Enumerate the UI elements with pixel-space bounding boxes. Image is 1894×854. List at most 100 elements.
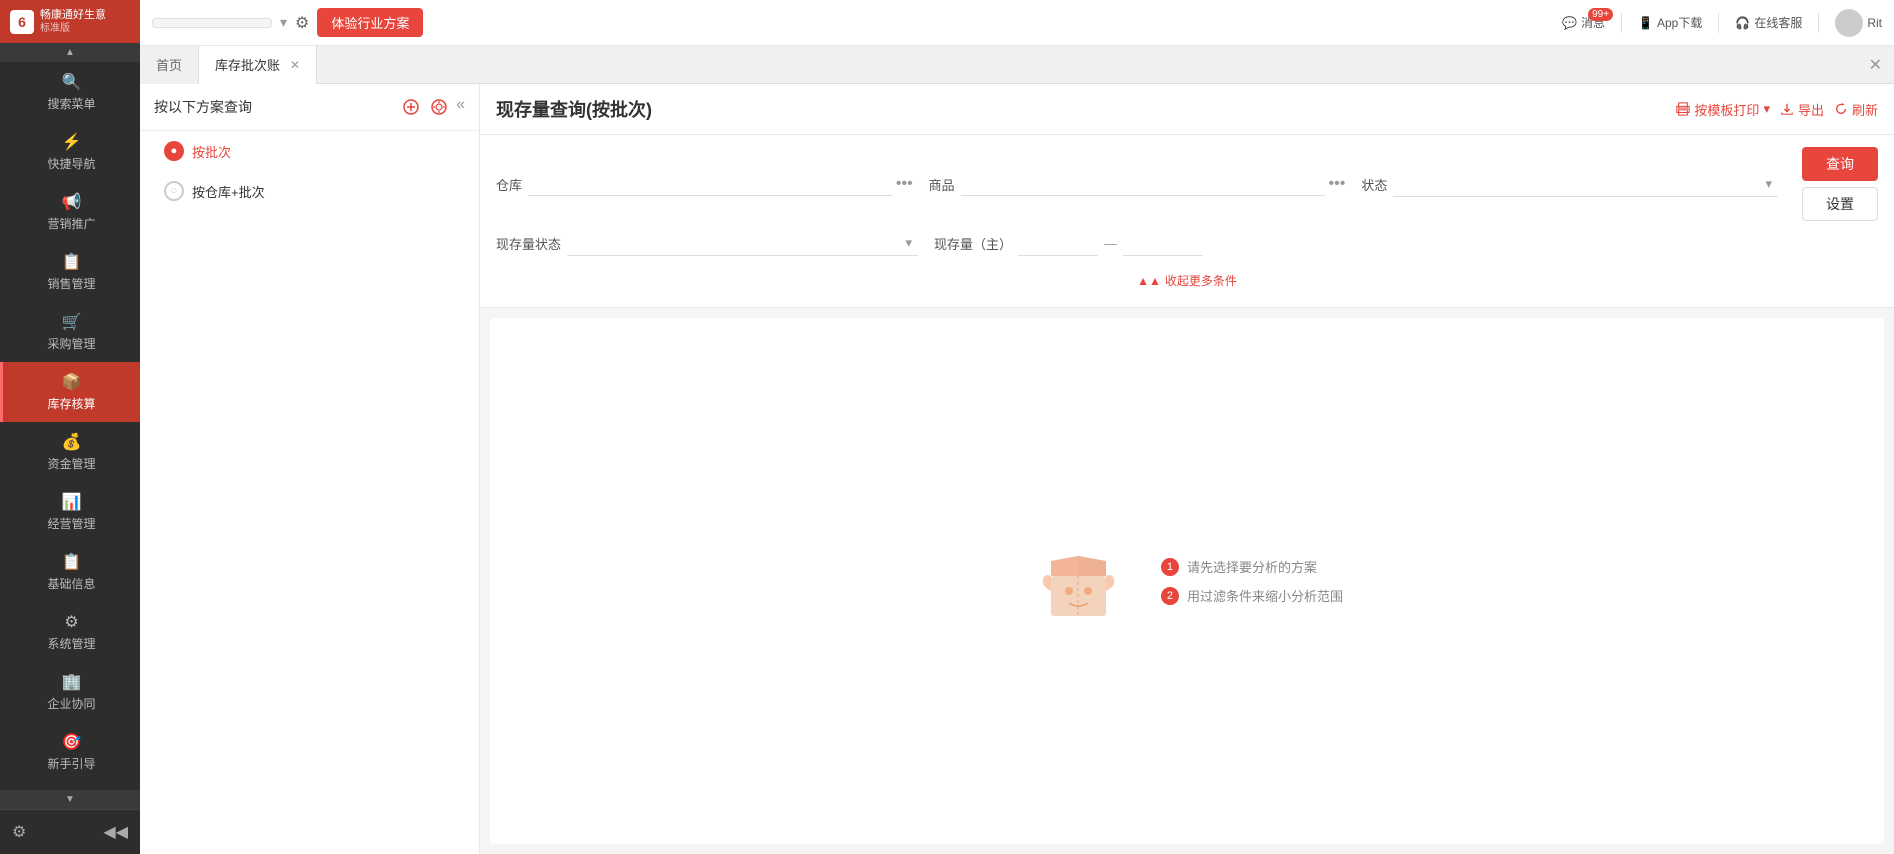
- print-button[interactable]: 按模板打印 ▾: [1676, 100, 1770, 119]
- query-button[interactable]: 查询: [1802, 147, 1878, 181]
- finance-icon: 💰: [62, 432, 82, 452]
- inactive-plan-icon: ○: [164, 181, 184, 201]
- sidebar-item-system[interactable]: ⚙ 系统管理: [0, 602, 140, 662]
- messages-button[interactable]: 💬 消息 99+: [1562, 14, 1605, 31]
- filter-row-2: 现存量状态 ▾ 现存量（主） —: [496, 231, 1778, 256]
- settings-button[interactable]: 设置: [1802, 187, 1878, 221]
- headset-icon: 🎧: [1735, 16, 1750, 30]
- page-header: 现存量查询(按批次) 按模板打印 ▾: [480, 84, 1894, 135]
- sidebar-item-operation[interactable]: 📊 经营管理: [0, 482, 140, 542]
- inventory-icon: 📦: [62, 372, 82, 392]
- sidebar-item-label: 营销推广: [47, 215, 95, 232]
- collapse-filters-button[interactable]: ▲▲ 收起更多条件: [496, 266, 1878, 295]
- sidebar-item-purchase[interactable]: 🛒 采购管理: [0, 302, 140, 362]
- topbar-left: ▾ ⚙ 体验行业方案: [152, 8, 1552, 37]
- topbar-gear-icon[interactable]: ⚙: [295, 13, 309, 33]
- warehouse-more-icon[interactable]: •••: [896, 175, 913, 193]
- empty-box-icon: [1031, 531, 1131, 631]
- username: Rit: [1867, 16, 1882, 30]
- tab-inventory-batch-label: 库存批次账: [215, 55, 280, 74]
- sidebar: 6 畅康通好生意 标准版 ▲ 🔍 搜索菜单 ⚡ 快捷导航 📢 营销推广 📋 销售…: [0, 0, 140, 854]
- sidebar-item-enterprise[interactable]: 🏢 企业协同: [0, 662, 140, 722]
- filter-action-buttons: 查询 设置: [1802, 147, 1878, 221]
- search-menu-icon: 🔍: [62, 72, 82, 92]
- add-plan-button[interactable]: [400, 96, 422, 118]
- left-panel-title: 按以下方案查询: [154, 97, 252, 117]
- manage-plan-button[interactable]: [428, 96, 450, 118]
- empty-illustration: [1031, 531, 1131, 631]
- scroll-up-arrow[interactable]: ▲: [0, 43, 140, 62]
- sidebar-header: 6 畅康通好生意 标准版: [0, 0, 140, 43]
- system-icon: ⚙: [64, 612, 78, 632]
- online-service-label: 在线客服: [1754, 14, 1802, 31]
- print-dropdown-icon[interactable]: ▾: [1763, 101, 1770, 117]
- app-download-button[interactable]: 📱 App下载: [1638, 14, 1702, 31]
- online-service-button[interactable]: 🎧 在线客服: [1735, 14, 1802, 31]
- product-input[interactable]: [961, 172, 1325, 196]
- sidebar-item-finance[interactable]: 💰 资金管理: [0, 422, 140, 482]
- stock-qty-min-input[interactable]: [1018, 232, 1098, 256]
- sidebar-item-inventory[interactable]: 📦 库存核算: [0, 362, 140, 422]
- plan-item-by-warehouse-batch[interactable]: ○ 按仓库+批次: [140, 171, 479, 211]
- stock-status-dropdown-icon: ▾: [905, 235, 912, 251]
- product-more-icon[interactable]: •••: [1329, 175, 1346, 193]
- hint-number-1: 1: [1161, 558, 1179, 576]
- plan-item-by-batch[interactable]: ● 按批次: [140, 131, 479, 171]
- sidebar-item-label: 企业协同: [47, 695, 95, 712]
- empty-hint-2: 2 用过滤条件来缩小分析范围: [1161, 586, 1343, 605]
- hint-number-2: 2: [1161, 587, 1179, 605]
- app-version: 标准版: [40, 22, 106, 35]
- topbar: ▾ ⚙ 体验行业方案 💬 消息 99+ 📱 App下载 🎧 在线客服: [140, 0, 1894, 46]
- sidebar-item-label: 搜索菜单: [47, 95, 95, 112]
- sidebar-item-guide[interactable]: 🎯 新手引导: [0, 722, 140, 782]
- collapse-left-panel-icon[interactable]: «: [456, 96, 465, 118]
- tab-close-icon[interactable]: ✕: [290, 58, 300, 72]
- refresh-button[interactable]: 刷新: [1834, 100, 1878, 119]
- refresh-label: 刷新: [1852, 100, 1878, 119]
- page-title: 现存量查询(按批次): [496, 96, 652, 122]
- status-dropdown[interactable]: ▾: [1393, 172, 1778, 197]
- left-panel-header: 按以下方案查询: [140, 84, 479, 131]
- stock-qty-max-input[interactable]: [1123, 232, 1203, 256]
- settings-icon[interactable]: ⚙: [8, 818, 30, 846]
- sidebar-item-quick-nav[interactable]: ⚡ 快捷导航: [0, 122, 140, 182]
- collapse-filters-label: 收起更多条件: [1165, 272, 1237, 289]
- left-panel-header-actions: «: [400, 96, 465, 118]
- operation-icon: 📊: [62, 492, 82, 512]
- scroll-down-arrow[interactable]: ▼: [0, 790, 140, 809]
- tabbar-close-right-icon[interactable]: ✕: [1857, 55, 1894, 75]
- sidebar-item-sales[interactable]: 📋 销售管理: [0, 242, 140, 302]
- warehouse-input[interactable]: [528, 172, 892, 196]
- status-dropdown-icon: ▾: [1765, 176, 1772, 192]
- empty-state-content: 1 请先选择要分析的方案 2 用过滤条件来缩小分析范围: [1031, 531, 1343, 631]
- sidebar-item-marketing[interactable]: 📢 营销推广: [0, 182, 140, 242]
- export-icon: [1780, 102, 1794, 116]
- sidebar-item-label: 销售管理: [47, 275, 95, 292]
- stock-qty-filter: 现存量（主） —: [934, 232, 1778, 256]
- empty-state: 1 请先选择要分析的方案 2 用过滤条件来缩小分析范围: [490, 318, 1884, 844]
- tab-inventory-batch[interactable]: 库存批次账 ✕: [199, 46, 317, 84]
- tab-home[interactable]: 首页: [140, 46, 199, 84]
- experience-industry-button[interactable]: 体验行业方案: [317, 8, 423, 37]
- sidebar-item-basic-info[interactable]: 📋 基础信息: [0, 542, 140, 602]
- collapse-sidebar-icon[interactable]: ◀◀: [99, 818, 132, 846]
- topbar-dropdown-icon[interactable]: ▾: [280, 14, 287, 31]
- sidebar-item-label: 系统管理: [47, 635, 95, 652]
- sidebar-item-label: 采购管理: [47, 335, 95, 352]
- sidebar-item-label: 快捷导航: [47, 155, 95, 172]
- sidebar-item-label: 新手引导: [47, 755, 95, 772]
- product-label: 商品: [929, 175, 955, 194]
- right-content: 现存量查询(按批次) 按模板打印 ▾: [480, 84, 1894, 854]
- user-profile-button[interactable]: Rit: [1835, 9, 1882, 37]
- filter-area: 仓库 ••• 商品 ••• 状态 ▾: [480, 135, 1894, 308]
- purchase-icon: 🛒: [62, 312, 82, 332]
- sidebar-item-label: 资金管理: [47, 455, 95, 472]
- content-area: 按以下方案查询: [140, 84, 1894, 854]
- stock-qty-label: 现存量（主）: [934, 234, 1012, 253]
- status-label: 状态: [1361, 175, 1387, 194]
- sidebar-item-app-center[interactable]: 📱 应用中心: [0, 782, 140, 790]
- export-button[interactable]: 导出: [1780, 100, 1824, 119]
- plan-label-by-batch: 按批次: [192, 142, 231, 161]
- sidebar-item-search-menu[interactable]: 🔍 搜索菜单: [0, 62, 140, 122]
- stock-status-dropdown[interactable]: ▾: [567, 231, 918, 256]
